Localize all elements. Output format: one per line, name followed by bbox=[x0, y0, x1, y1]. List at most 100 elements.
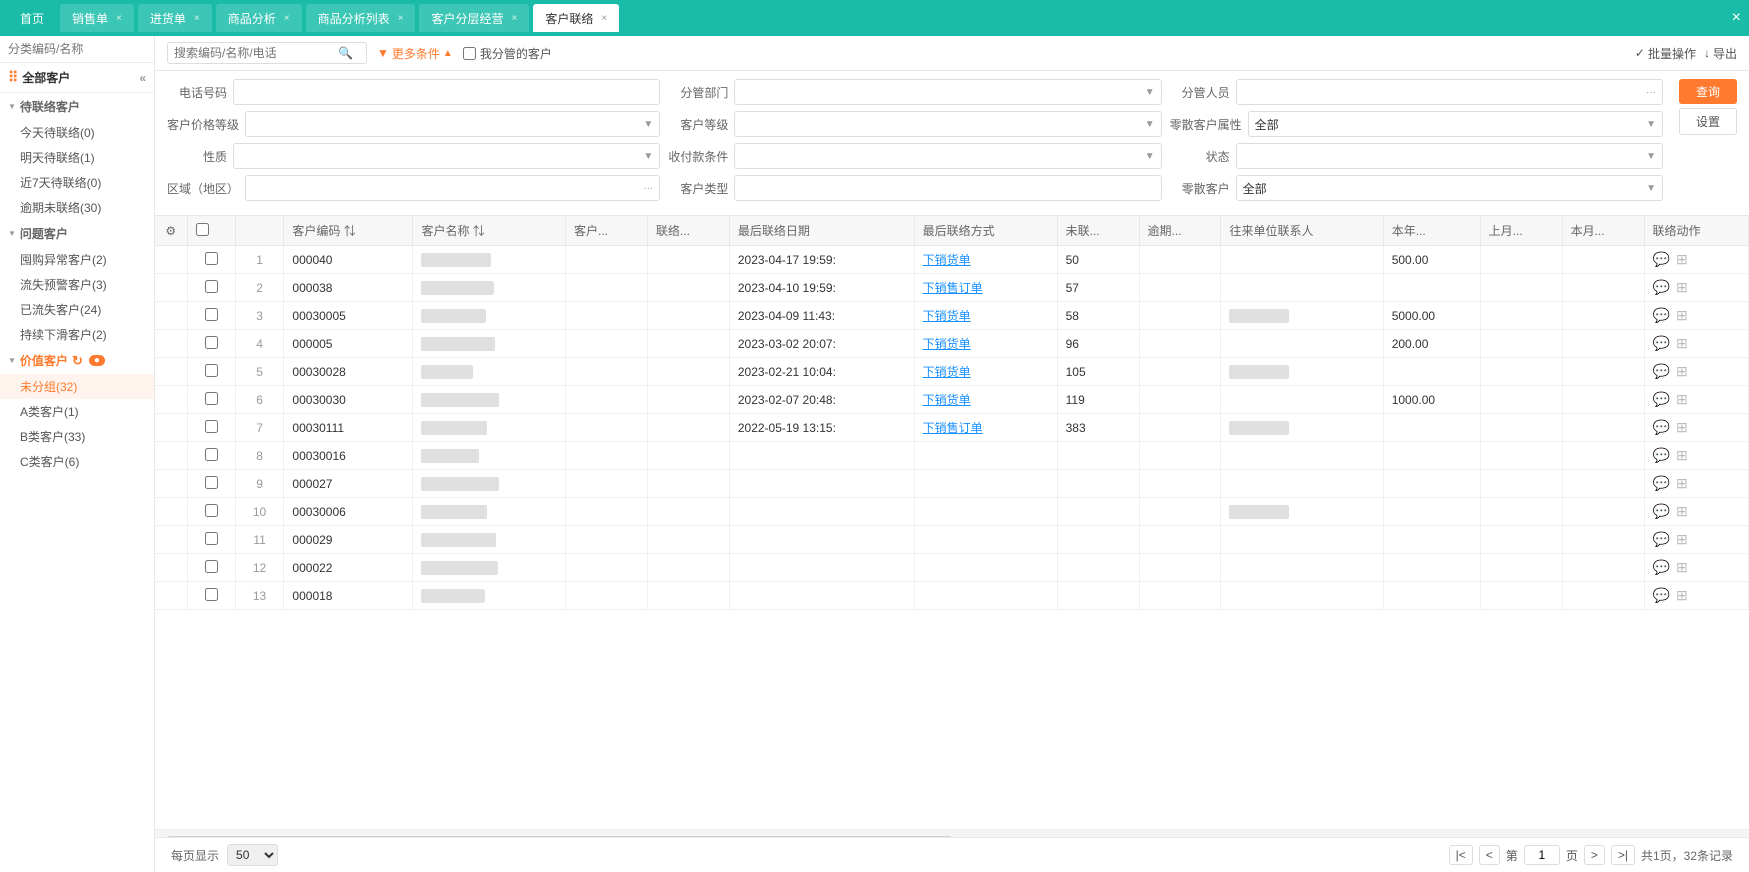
message-icon[interactable]: 💬 bbox=[1653, 391, 1670, 408]
more-conditions-btn[interactable]: ▼ 更多条件 ▲ bbox=[377, 45, 453, 62]
prev-page-btn[interactable]: < bbox=[1479, 845, 1500, 865]
sidebar-item-7days[interactable]: 近7天待联络(0) bbox=[0, 170, 154, 195]
customer-code-column-header[interactable]: 客户编码 ⇅ bbox=[284, 216, 413, 246]
close-tab-customer-contact[interactable]: × bbox=[601, 13, 607, 24]
message-icon[interactable]: 💬 bbox=[1653, 531, 1670, 548]
row-checkbox[interactable] bbox=[205, 392, 218, 405]
region-select[interactable]: ··· bbox=[245, 175, 660, 201]
sidebar-item-class-a[interactable]: A类客户(1) bbox=[0, 399, 154, 424]
page-number-input[interactable] bbox=[1524, 845, 1560, 865]
price-level-select[interactable]: ▼ bbox=[245, 111, 660, 137]
home-tab[interactable]: 首页 bbox=[8, 4, 56, 32]
query-button[interactable]: 查询 bbox=[1679, 79, 1737, 104]
grid-icon[interactable]: ⊞ bbox=[1676, 279, 1688, 296]
next-page-btn[interactable]: > bbox=[1584, 845, 1605, 865]
dept-select[interactable]: ▼ bbox=[734, 79, 1161, 105]
message-icon[interactable]: 💬 bbox=[1653, 419, 1670, 436]
scatter-customer-select[interactable]: 全部▼ bbox=[1236, 175, 1663, 201]
message-icon[interactable]: 💬 bbox=[1653, 279, 1670, 296]
my-customers-check[interactable] bbox=[463, 47, 476, 60]
payment-select[interactable]: ▼ bbox=[734, 143, 1161, 169]
grid-icon[interactable]: ⊞ bbox=[1676, 391, 1688, 408]
customer-type-column-header[interactable]: 客户... bbox=[566, 216, 648, 246]
message-icon[interactable]: 💬 bbox=[1653, 587, 1670, 604]
method-link[interactable]: 下销货单 bbox=[923, 309, 971, 323]
sidebar-item-class-c[interactable]: C类客户(6) bbox=[0, 449, 154, 474]
nature-select[interactable]: ▼ bbox=[233, 143, 660, 169]
sidebar-item-churned[interactable]: 已流失客户(24) bbox=[0, 297, 154, 322]
all-customers-item[interactable]: ⠿ 全部客户 « bbox=[0, 63, 154, 93]
row-checkbox[interactable] bbox=[205, 588, 218, 601]
message-icon[interactable]: 💬 bbox=[1653, 503, 1670, 520]
row-checkbox[interactable] bbox=[205, 280, 218, 293]
phone-input[interactable] bbox=[233, 79, 660, 105]
search-icon[interactable]: 🔍 bbox=[338, 46, 353, 60]
sidebar-group-value[interactable]: ▼ 价值客户 ↻ ● bbox=[0, 347, 154, 374]
this-month-column-header[interactable]: 本月... bbox=[1562, 216, 1644, 246]
contact-column-header[interactable]: 联络... bbox=[647, 216, 729, 246]
nav-tab-sales[interactable]: 销售单 × bbox=[60, 4, 134, 32]
row-checkbox[interactable] bbox=[205, 560, 218, 573]
message-icon[interactable]: 💬 bbox=[1653, 475, 1670, 492]
this-year-column-header[interactable]: 本年... bbox=[1383, 216, 1480, 246]
sidebar-group-pending[interactable]: ▼ 待联络客户 bbox=[0, 93, 154, 120]
row-checkbox[interactable] bbox=[205, 420, 218, 433]
row-checkbox[interactable] bbox=[205, 364, 218, 377]
row-checkbox[interactable] bbox=[205, 308, 218, 321]
sidebar-item-tomorrow[interactable]: 明天待联络(1) bbox=[0, 145, 154, 170]
row-checkbox[interactable] bbox=[205, 532, 218, 545]
sidebar-item-class-b[interactable]: B类客户(33) bbox=[0, 424, 154, 449]
nav-tab-purchase[interactable]: 进货单 × bbox=[138, 4, 212, 32]
last-method-column-header[interactable]: 最后联络方式 bbox=[914, 216, 1057, 246]
method-link[interactable]: 下销售订单 bbox=[923, 281, 983, 295]
grid-icon[interactable]: ⊞ bbox=[1676, 587, 1688, 604]
message-icon[interactable]: 💬 bbox=[1653, 559, 1670, 576]
row-checkbox[interactable] bbox=[205, 252, 218, 265]
nav-tab-customer-management[interactable]: 客户分层经营 × bbox=[419, 4, 529, 32]
sidebar-item-overdue[interactable]: 逾期未联络(30) bbox=[0, 195, 154, 220]
last-page-btn[interactable]: >| bbox=[1611, 845, 1635, 865]
message-icon[interactable]: 💬 bbox=[1653, 447, 1670, 464]
method-link[interactable]: 下销货单 bbox=[923, 337, 971, 351]
manager-select[interactable]: ··· bbox=[1236, 79, 1663, 105]
message-icon[interactable]: 💬 bbox=[1653, 251, 1670, 268]
customer-type-select[interactable] bbox=[734, 175, 1161, 201]
method-link[interactable]: 下销货单 bbox=[923, 253, 971, 267]
reset-button[interactable]: 设置 bbox=[1679, 108, 1737, 135]
grid-icon[interactable]: ⊞ bbox=[1676, 307, 1688, 324]
grid-icon[interactable]: ⊞ bbox=[1676, 419, 1688, 436]
status-select[interactable]: ▼ bbox=[1236, 143, 1663, 169]
search-input[interactable] bbox=[174, 46, 334, 60]
sidebar-item-declining[interactable]: 持续下滑客户(2) bbox=[0, 322, 154, 347]
grid-icon[interactable]: ⊞ bbox=[1676, 447, 1688, 464]
close-tab-customer-management[interactable]: × bbox=[511, 13, 517, 24]
batch-operations-btn[interactable]: ✓ 批量操作 bbox=[1635, 45, 1696, 62]
sidebar-collapse-btn[interactable]: « bbox=[139, 71, 146, 85]
row-checkbox[interactable] bbox=[205, 504, 218, 517]
grid-icon[interactable]: ⊞ bbox=[1676, 503, 1688, 520]
overdue-column-header[interactable]: 逾期... bbox=[1139, 216, 1221, 246]
select-all-checkbox[interactable] bbox=[196, 223, 209, 236]
grid-icon[interactable]: ⊞ bbox=[1676, 559, 1688, 576]
sidebar-item-today[interactable]: 今天待联络(0) bbox=[0, 120, 154, 145]
row-checkbox[interactable] bbox=[205, 476, 218, 489]
uncontacted-column-header[interactable]: 未联... bbox=[1057, 216, 1139, 246]
row-checkbox[interactable] bbox=[205, 448, 218, 461]
scatter-attr-select[interactable]: 全部▼ bbox=[1248, 111, 1663, 137]
message-icon[interactable]: 💬 bbox=[1653, 307, 1670, 324]
per-page-select[interactable]: 50 20 100 bbox=[227, 844, 278, 866]
message-icon[interactable]: 💬 bbox=[1653, 335, 1670, 352]
close-tab-analysis[interactable]: × bbox=[284, 13, 290, 24]
close-tab-analysis-list[interactable]: × bbox=[398, 13, 404, 24]
export-btn[interactable]: ↓ 导出 bbox=[1704, 45, 1737, 62]
sidebar-search-input[interactable] bbox=[8, 42, 155, 56]
sidebar-item-abnormal[interactable]: 囤购异常客户(2) bbox=[0, 247, 154, 272]
method-link[interactable]: 下销售订单 bbox=[923, 421, 983, 435]
refresh-icon[interactable]: ↻ bbox=[72, 353, 83, 369]
my-customers-checkbox[interactable]: 我分管的客户 bbox=[463, 45, 552, 62]
grid-icon[interactable]: ⊞ bbox=[1676, 531, 1688, 548]
first-page-btn[interactable]: |< bbox=[1449, 845, 1473, 865]
nav-tab-analysis-list[interactable]: 商品分析列表 × bbox=[306, 4, 416, 32]
last-month-column-header[interactable]: 上月... bbox=[1480, 216, 1562, 246]
close-tab-sales[interactable]: × bbox=[116, 13, 122, 24]
